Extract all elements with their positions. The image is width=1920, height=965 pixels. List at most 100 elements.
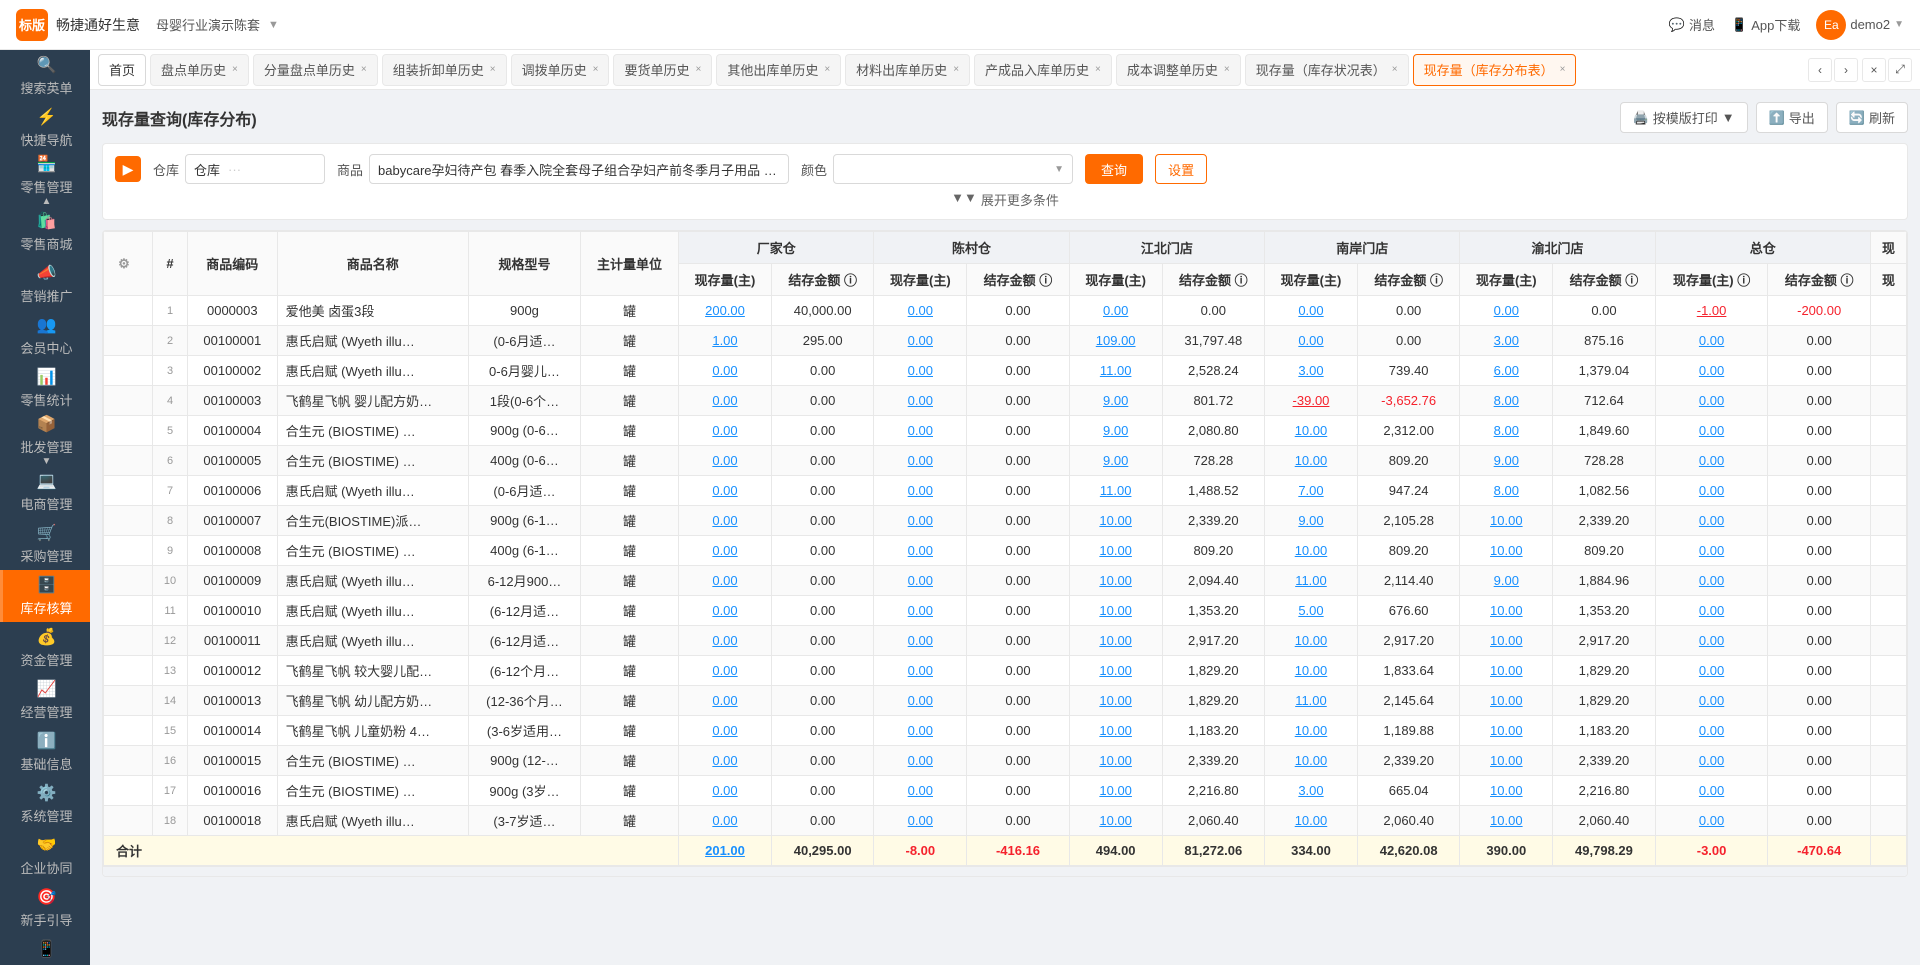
tab-material-outbound[interactable]: 材料出库单历史 ×: [845, 54, 970, 86]
row-yubei-stock[interactable]: 10.00: [1460, 746, 1553, 776]
sidebar-item-inventory[interactable]: 🗄️ 库存核算: [0, 570, 90, 622]
row-yubei-stock[interactable]: 10.00: [1460, 656, 1553, 686]
row-yubei-stock[interactable]: 10.00: [1460, 686, 1553, 716]
row-yubei-stock[interactable]: 10.00: [1460, 536, 1553, 566]
footer-nanan-stock[interactable]: 334.00: [1265, 836, 1358, 866]
row-jiangbei-stock[interactable]: 0.00: [1069, 296, 1162, 326]
expand-tab-btn[interactable]: ⤢: [1888, 58, 1912, 82]
refresh-btn[interactable]: 🔄 刷新: [1836, 102, 1908, 133]
row-yubei-stock[interactable]: 9.00: [1460, 446, 1553, 476]
row-factory-stock[interactable]: 0.00: [679, 776, 772, 806]
row-total-stock[interactable]: 0.00: [1655, 746, 1768, 776]
row-total-stock[interactable]: 0.00: [1655, 506, 1768, 536]
close-icon[interactable]: ×: [824, 64, 830, 75]
row-chengjin-stock[interactable]: 0.00: [874, 446, 967, 476]
row-factory-stock[interactable]: 0.00: [679, 596, 772, 626]
sidebar-item-ecommerce[interactable]: 💻 电商管理: [0, 466, 90, 518]
close-icon[interactable]: ×: [232, 64, 238, 75]
row-total-stock[interactable]: 0.00: [1655, 656, 1768, 686]
row-total-stock[interactable]: 0.00: [1655, 446, 1768, 476]
row-yubei-stock[interactable]: 9.00: [1460, 566, 1553, 596]
sidebar-item-basic-info[interactable]: ℹ️ 基础信息: [0, 726, 90, 778]
search-expand-btn[interactable]: ▶: [115, 156, 141, 182]
tab-transfer[interactable]: 调拨单历史 ×: [511, 54, 610, 86]
row-nanan-stock[interactable]: 10.00: [1265, 416, 1358, 446]
row-jiangbei-stock[interactable]: 10.00: [1069, 566, 1162, 596]
row-factory-stock[interactable]: 0.00: [679, 716, 772, 746]
row-factory-stock[interactable]: 0.00: [679, 416, 772, 446]
row-total-stock[interactable]: 0.00: [1655, 716, 1768, 746]
tab-fraction-inventory[interactable]: 分量盘点单历史 ×: [253, 54, 378, 86]
tab-assembly[interactable]: 组装折卸单历史 ×: [382, 54, 507, 86]
sidebar-item-retail-stats[interactable]: 📊 零售统计: [0, 362, 90, 414]
row-total-stock[interactable]: 0.00: [1655, 326, 1768, 356]
message-btn[interactable]: 💬 消息: [1669, 15, 1715, 34]
row-yubei-stock[interactable]: 8.00: [1460, 416, 1553, 446]
row-nanan-stock[interactable]: 3.00: [1265, 776, 1358, 806]
row-jiangbei-stock[interactable]: 10.00: [1069, 746, 1162, 776]
row-chengjin-stock[interactable]: 0.00: [874, 776, 967, 806]
warehouse-input[interactable]: 仓库 ···: [185, 154, 325, 184]
goods-input[interactable]: babycare孕妇待产包 春季入院全套母子组合孕妇产前冬季月子用品 22件套 …: [369, 154, 789, 184]
row-yubei-stock[interactable]: 8.00: [1460, 476, 1553, 506]
row-jiangbei-stock[interactable]: 10.00: [1069, 686, 1162, 716]
close-icon[interactable]: ×: [593, 64, 599, 75]
row-chengjin-stock[interactable]: 0.00: [874, 326, 967, 356]
row-jiangbei-stock[interactable]: 10.00: [1069, 506, 1162, 536]
export-btn[interactable]: ⬆️ 导出: [1756, 102, 1828, 133]
sidebar-item-retail-mgmt[interactable]: 🏪 零售管理 ▲: [0, 154, 90, 206]
close-icon[interactable]: ×: [490, 64, 496, 75]
row-factory-stock[interactable]: 0.00: [679, 386, 772, 416]
row-yubei-stock[interactable]: 10.00: [1460, 776, 1553, 806]
row-yubei-stock[interactable]: 10.00: [1460, 596, 1553, 626]
row-yubei-stock[interactable]: 10.00: [1460, 626, 1553, 656]
expand-conditions-btn[interactable]: ▼▼ 展开更多条件: [115, 184, 1895, 209]
row-factory-stock[interactable]: 0.00: [679, 626, 772, 656]
row-nanan-stock[interactable]: 10.00: [1265, 746, 1358, 776]
footer-total-stock[interactable]: -3.00: [1655, 836, 1768, 866]
row-chengjin-stock[interactable]: 0.00: [874, 656, 967, 686]
dropdown-label[interactable]: 母婴行业演示陈套: [156, 15, 260, 34]
footer-factory-stock[interactable]: 201.00: [679, 836, 772, 866]
row-chengjin-stock[interactable]: 0.00: [874, 806, 967, 836]
app-download-btn[interactable]: 📱 App下载: [1731, 15, 1800, 34]
row-jiangbei-stock[interactable]: 11.00: [1069, 476, 1162, 506]
sidebar-item-quick-nav[interactable]: ⚡ 快捷导航: [0, 102, 90, 154]
close-icon[interactable]: ×: [1560, 64, 1566, 75]
settings-btn[interactable]: 设置: [1155, 154, 1207, 184]
row-nanan-stock[interactable]: 10.00: [1265, 446, 1358, 476]
row-nanan-stock[interactable]: 10.00: [1265, 626, 1358, 656]
tab-inventory-check[interactable]: 盘点单历史 ×: [150, 54, 249, 86]
row-nanan-stock[interactable]: 11.00: [1265, 566, 1358, 596]
sidebar-item-retail-mall[interactable]: 🛍️ 零售商城: [0, 206, 90, 258]
row-factory-stock[interactable]: 0.00: [679, 686, 772, 716]
sidebar-item-members[interactable]: 👥 会员中心: [0, 310, 90, 362]
row-factory-stock[interactable]: 0.00: [679, 506, 772, 536]
row-nanan-stock[interactable]: 7.00: [1265, 476, 1358, 506]
row-chengjin-stock[interactable]: 0.00: [874, 416, 967, 446]
row-jiangbei-stock[interactable]: 10.00: [1069, 536, 1162, 566]
sidebar-item-finance[interactable]: 💰 资金管理: [0, 622, 90, 674]
sidebar-item-tutorial[interactable]: 🎯 新手引导: [0, 882, 90, 934]
tab-stock-distribution[interactable]: 现存量（库存分布表） ×: [1413, 54, 1577, 86]
row-total-stock[interactable]: 0.00: [1655, 476, 1768, 506]
row-yubei-stock[interactable]: 3.00: [1460, 326, 1553, 356]
row-nanan-stock[interactable]: 10.00: [1265, 716, 1358, 746]
tab-finished-inbound[interactable]: 产成品入库单历史 ×: [974, 54, 1112, 86]
row-factory-stock[interactable]: 0.00: [679, 446, 772, 476]
row-nanan-stock[interactable]: 11.00: [1265, 686, 1358, 716]
color-input[interactable]: ▼: [833, 154, 1073, 184]
tab-stock-status[interactable]: 现存量（库存状况表） ×: [1245, 54, 1409, 86]
row-factory-stock[interactable]: 0.00: [679, 746, 772, 776]
next-tab-btn[interactable]: ›: [1834, 58, 1858, 82]
sidebar-item-app-center[interactable]: 📱 应用中心: [0, 934, 90, 965]
row-nanan-stock[interactable]: 0.00: [1265, 296, 1358, 326]
row-jiangbei-stock[interactable]: 10.00: [1069, 596, 1162, 626]
row-jiangbei-stock[interactable]: 9.00: [1069, 386, 1162, 416]
close-tab-btn[interactable]: ×: [1862, 58, 1886, 82]
footer-yubei-stock[interactable]: 390.00: [1460, 836, 1553, 866]
row-total-stock[interactable]: 0.00: [1655, 596, 1768, 626]
dropdown-arrow-icon[interactable]: ▼: [268, 19, 279, 31]
close-icon[interactable]: ×: [953, 64, 959, 75]
row-chengjin-stock[interactable]: 0.00: [874, 386, 967, 416]
